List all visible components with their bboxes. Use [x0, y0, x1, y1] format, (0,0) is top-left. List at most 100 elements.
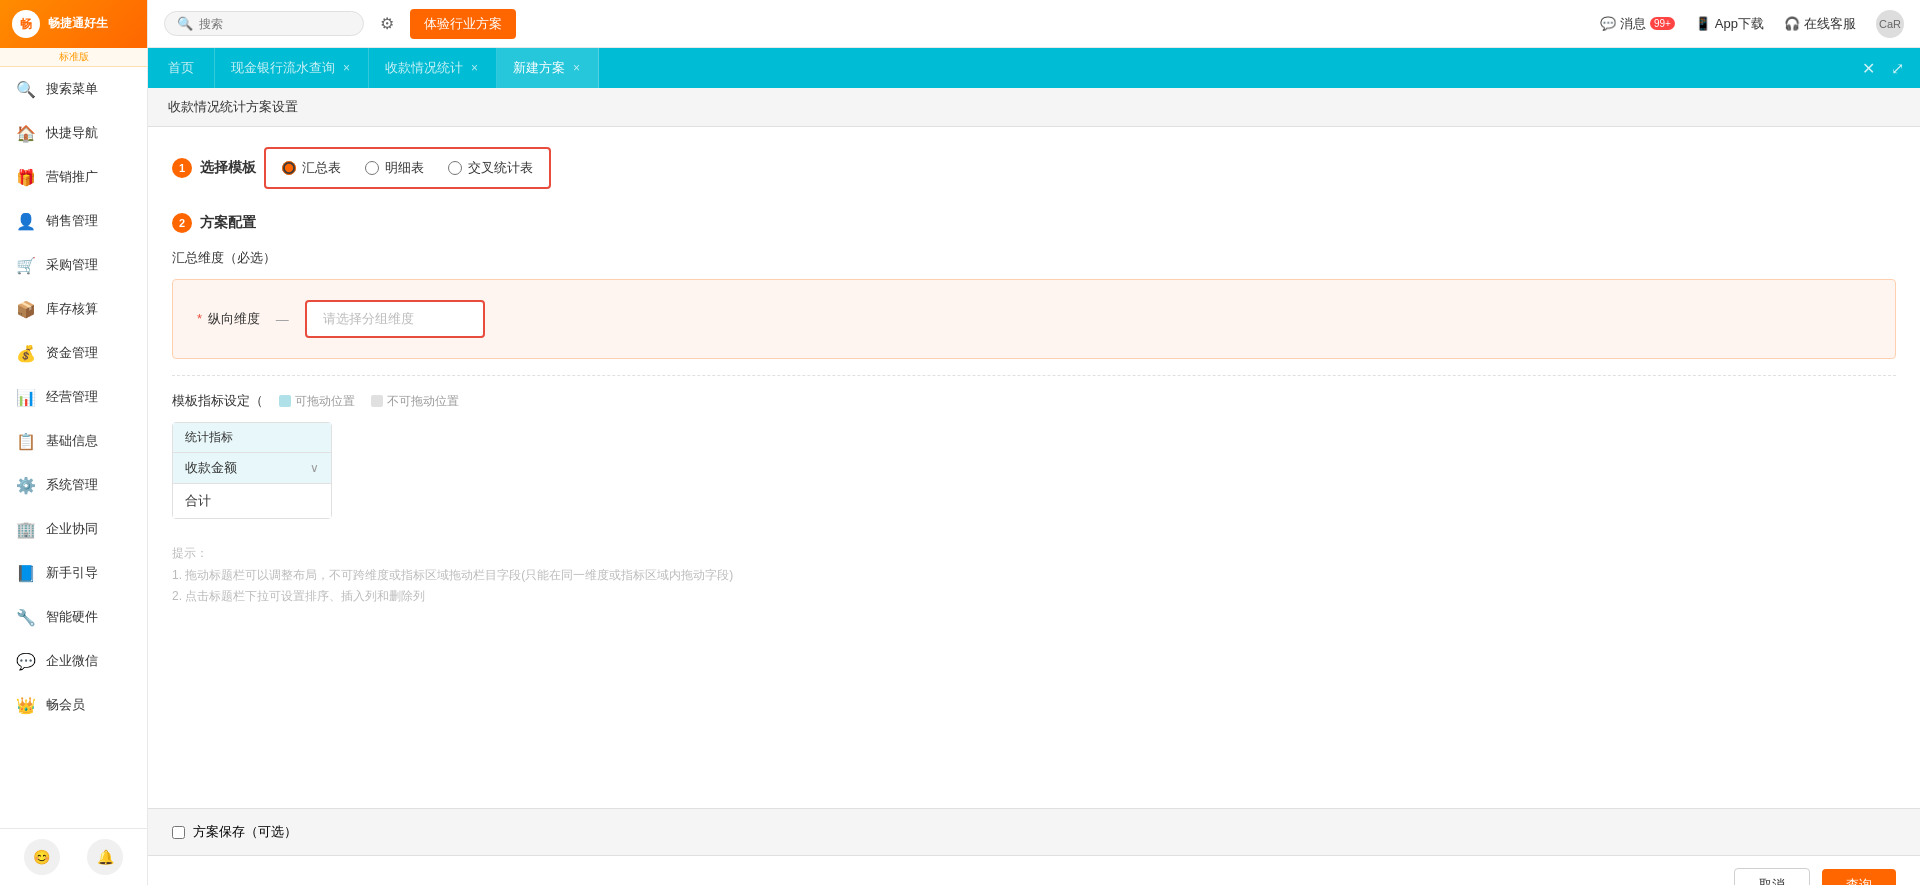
avatar-text: CaR — [1879, 18, 1901, 30]
search-box[interactable]: 🔍 — [164, 11, 364, 36]
sidebar-item-sales[interactable]: 👤 销售管理 — [0, 199, 147, 243]
tab-expand-button[interactable]: ⤢ — [1887, 55, 1908, 82]
sidebar-item-marketing[interactable]: 🎁 营销推广 — [0, 155, 147, 199]
search-menu-icon: 🔍 — [16, 80, 36, 99]
template-option-detail[interactable]: 明细表 — [365, 159, 424, 177]
legend-draggable: 可拖动位置 — [279, 393, 355, 410]
sidebar-item-system[interactable]: ⚙️ 系统管理 — [0, 463, 147, 507]
draggable-label: 可拖动位置 — [295, 393, 355, 410]
tab-new-plan-close[interactable]: × — [571, 59, 582, 77]
tab-bank-flow[interactable]: 现金银行流水查询 × — [215, 48, 369, 88]
save-option-checkbox[interactable] — [172, 826, 185, 839]
headset-icon: 🎧 — [1784, 16, 1800, 31]
section-divider — [172, 375, 1896, 376]
dimension-section-title: 汇总维度（必选） — [172, 249, 1896, 267]
stats-header-label: 统计指标 — [185, 430, 233, 444]
settings-icon[interactable]: ⚙ — [380, 14, 394, 33]
sidebar-item-base-info[interactable]: 📋 基础信息 — [0, 419, 147, 463]
page-body: 1 选择模板 汇总表 明细表 交叉统计表 — [148, 127, 1920, 808]
crown-icon: 👑 — [16, 696, 36, 715]
sidebar-item-operations[interactable]: 📊 经营管理 — [0, 375, 147, 419]
sidebar-item-search-menu[interactable]: 🔍 搜索菜单 — [0, 67, 147, 111]
tab-close-all-button[interactable]: ✕ — [1858, 55, 1879, 82]
step2-section: 2 方案配置 汇总维度（必选） * 纵向维度 — 请选择分 — [172, 213, 1896, 608]
gift-icon: 🎁 — [16, 168, 36, 187]
sidebar-item-quick-nav[interactable]: 🏠 快捷导航 — [0, 111, 147, 155]
tab-collection-stats-close[interactable]: × — [469, 59, 480, 77]
topbar-right: 💬 消息 99+ 📱 App下载 🎧 在线客服 CaR — [1600, 10, 1904, 38]
step1-badge: 1 — [172, 158, 192, 178]
sidebar: 畅 畅捷通好生 标准版 🔍 搜索菜单 🏠 快捷导航 🎁 营销推广 👤 销售管理 … — [0, 0, 148, 885]
dimension-row: * 纵向维度 — 请选择分组维度 — [197, 300, 1871, 338]
content-area: 收款情况统计方案设置 1 选择模板 汇总表 明细表 — [148, 88, 1920, 885]
tab-new-plan[interactable]: 新建方案 × — [497, 48, 599, 88]
stats-row-amount-arrow[interactable]: ∨ — [310, 461, 319, 475]
tip1-text: 1. 拖动标题栏可以调整布局，不可跨维度或指标区域拖动栏目字段(只能在同一维度或… — [172, 565, 1896, 587]
online-service-button[interactable]: 🎧 在线客服 — [1784, 15, 1856, 33]
tab-bank-flow-close[interactable]: × — [341, 59, 352, 77]
sidebar-bottom-btn1[interactable]: 😊 — [24, 839, 60, 875]
sidebar-item-label: 快捷导航 — [46, 124, 98, 142]
query-button[interactable]: 查询 — [1822, 869, 1896, 885]
stats-area: 统计指标 收款金额 ∨ 合计 — [172, 422, 332, 519]
tab-home[interactable]: 首页 — [148, 48, 215, 88]
download-icon: 📱 — [1695, 16, 1711, 31]
search-input[interactable] — [199, 17, 329, 31]
user-avatar[interactable]: CaR — [1876, 10, 1904, 38]
sidebar-item-smart-hardware[interactable]: 🔧 智能硬件 — [0, 595, 147, 639]
sidebar-item-label: 企业微信 — [46, 652, 98, 670]
sidebar-item-inventory[interactable]: 📦 库存核算 — [0, 287, 147, 331]
cancel-button[interactable]: 取消 — [1734, 868, 1810, 885]
sidebar-item-enterprise-wechat[interactable]: 💬 企业微信 — [0, 639, 147, 683]
sidebar-item-beginner-guide[interactable]: 📘 新手引导 — [0, 551, 147, 595]
app-download-button[interactable]: 📱 App下载 — [1695, 15, 1764, 33]
vertical-label-text: 纵向维度 — [208, 311, 260, 326]
dimension-arrow: — — [276, 312, 289, 327]
sidebar-item-label: 系统管理 — [46, 476, 98, 494]
template-radio-summary[interactable] — [282, 161, 296, 175]
sidebar-item-label: 采购管理 — [46, 256, 98, 274]
tips-title: 提示： — [172, 546, 208, 560]
bottom-actions: 取消 查询 — [148, 855, 1920, 885]
template-summary-label: 汇总表 — [302, 159, 341, 177]
template-option-summary[interactable]: 汇总表 — [282, 159, 341, 177]
sidebar-item-label: 销售管理 — [46, 212, 98, 230]
stats-cell-total-label: 合计 — [185, 493, 211, 508]
chart-icon: 📊 — [16, 388, 36, 407]
sidebar-item-label: 企业协同 — [46, 520, 98, 538]
sidebar-item-label: 营销推广 — [46, 168, 98, 186]
logo-main-text: 畅捷通好生 — [48, 16, 108, 32]
app-download-label: App下载 — [1715, 15, 1764, 33]
sidebar-item-finance[interactable]: 💰 资金管理 — [0, 331, 147, 375]
stats-row-amount[interactable]: 收款金额 ∨ — [173, 453, 331, 484]
message-button[interactable]: 💬 消息 99+ — [1600, 15, 1675, 33]
gear-icon: ⚙️ — [16, 476, 36, 495]
indicator-legend: 可拖动位置 不可拖动位置 — [279, 393, 459, 410]
edition-badge: 标准版 — [0, 48, 147, 67]
sidebar-item-enterprise-collab[interactable]: 🏢 企业协同 — [0, 507, 147, 551]
building-icon: 🏢 — [16, 520, 36, 539]
step1-title: 选择模板 — [200, 159, 256, 177]
sidebar-item-member[interactable]: 👑 畅会员 — [0, 683, 147, 727]
save-option-label: 方案保存（可选） — [193, 823, 297, 841]
sidebar-item-purchase[interactable]: 🛒 采购管理 — [0, 243, 147, 287]
dimension-select-box[interactable]: 请选择分组维度 — [305, 300, 485, 338]
legend-fixed: 不可拖动位置 — [371, 393, 459, 410]
page-header: 收款情况统计方案设置 — [148, 88, 1920, 127]
book-icon: 📘 — [16, 564, 36, 583]
sidebar-bottom-btn2[interactable]: 🔔 — [87, 839, 123, 875]
template-radio-detail[interactable] — [365, 161, 379, 175]
sidebar-item-label: 畅会员 — [46, 696, 85, 714]
online-service-label: 在线客服 — [1804, 15, 1856, 33]
tab-new-plan-label: 新建方案 — [513, 59, 565, 77]
list-icon: 📋 — [16, 432, 36, 451]
tab-collection-stats[interactable]: 收款情况统计 × — [369, 48, 497, 88]
stats-header: 统计指标 — [173, 423, 331, 453]
industry-solution-button[interactable]: 体验行业方案 — [410, 9, 516, 39]
stats-row-amount-label: 收款金额 — [185, 459, 237, 477]
dimension-area: * 纵向维度 — 请选择分组维度 — [172, 279, 1896, 359]
step1-section: 1 选择模板 汇总表 明细表 交叉统计表 — [172, 147, 1896, 189]
template-radio-cross[interactable] — [448, 161, 462, 175]
template-option-cross[interactable]: 交叉统计表 — [448, 159, 533, 177]
message-badge: 99+ — [1650, 17, 1675, 30]
